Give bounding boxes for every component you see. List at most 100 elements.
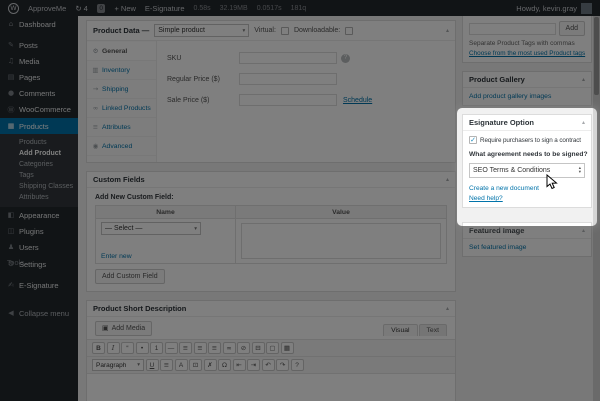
tab-general[interactable]: ⚙ General: [87, 42, 156, 61]
sidebar-item-media[interactable]: ♫ Media: [0, 53, 78, 69]
add-tag-button[interactable]: Add: [558, 21, 585, 36]
admin-bar-esignature-menu[interactable]: E-Signature: [145, 4, 185, 13]
sku-input[interactable]: [239, 52, 337, 64]
require-signature-label: Require purchasers to sign a contract: [480, 136, 581, 144]
panel-toggle-icon[interactable]: ▴: [582, 119, 585, 126]
collapse-menu-button[interactable]: ◀ Collapse menu: [0, 305, 78, 321]
page-scrollbar[interactable]: [593, 16, 600, 401]
need-help-link[interactable]: Need help?: [469, 195, 585, 202]
regular-price-input[interactable]: [239, 73, 337, 85]
tab-visual[interactable]: Visual: [383, 324, 418, 336]
tab-linked-products[interactable]: ∞ Linked Products: [87, 99, 156, 118]
blockquote-icon[interactable]: “: [121, 342, 134, 354]
paragraph-select[interactable]: Paragraph ▾: [92, 359, 144, 371]
tab-attributes[interactable]: ≡ Attributes: [87, 118, 156, 137]
paragraph-value: Paragraph: [96, 361, 127, 369]
bulleted-list-icon[interactable]: •: [135, 342, 149, 354]
create-new-document-link[interactable]: Create a new document: [469, 185, 585, 192]
sidebar-item-woocommerce[interactable]: Ⓦ WooCommerce: [0, 101, 78, 118]
tab-inventory[interactable]: ▥ Inventory: [87, 61, 156, 80]
link-icon[interactable]: ∞: [222, 342, 236, 354]
name-column-header: Name: [96, 206, 236, 219]
align-right-icon[interactable]: ≡: [208, 342, 221, 354]
submenu-item-tags[interactable]: Tags: [0, 170, 78, 181]
special-character-icon[interactable]: Ω: [218, 359, 231, 371]
outdent-icon[interactable]: ⇤: [232, 359, 246, 371]
submenu-item-products[interactable]: Products: [0, 137, 78, 148]
panel-toggle-icon[interactable]: ▴: [582, 227, 585, 234]
submenu-item-add-product[interactable]: Add Product: [0, 148, 78, 159]
sidebar-item-appearance[interactable]: ◧ Appearance: [0, 207, 78, 223]
sidebar-item-comments[interactable]: ● Comments: [0, 85, 78, 101]
tag-input[interactable]: [469, 22, 556, 35]
downloadable-checkbox[interactable]: [345, 26, 354, 35]
site-name-link[interactable]: ApproveMe: [28, 4, 66, 13]
updates-button[interactable]: ↻ 4: [75, 4, 87, 13]
redo-icon[interactable]: ↷: [276, 359, 289, 371]
agreement-select[interactable]: SEO Terms & Conditions ▴ ▾: [469, 163, 585, 178]
custom-field-name-select[interactable]: — Select — ▾: [101, 222, 201, 235]
bold-icon[interactable]: B: [92, 342, 105, 354]
add-media-button[interactable]: ▣ Add Media: [95, 321, 153, 336]
users-icon: ♟: [7, 243, 15, 251]
esignature-title: Esignature Option: [469, 118, 535, 127]
add-custom-field-button[interactable]: Add Custom Field: [95, 269, 165, 284]
editor-content-area[interactable]: [87, 374, 455, 401]
schedule-link[interactable]: Schedule: [343, 97, 372, 104]
align-left-icon[interactable]: ≡: [179, 342, 192, 354]
virtual-checkbox[interactable]: [280, 26, 289, 35]
use-in-your-theme-link[interactable]: use in your theme: [305, 291, 357, 292]
panel-toggle-icon[interactable]: ▴: [582, 76, 585, 83]
sidebar-item-products[interactable]: ▦ Products: [0, 118, 78, 134]
italic-icon[interactable]: I: [106, 342, 120, 354]
underline-icon[interactable]: U: [145, 359, 159, 371]
scrollbar-thumb[interactable]: [594, 17, 599, 95]
sidebar-item-esignature[interactable]: ✍ E-Signature: [0, 277, 78, 293]
sale-price-label: Sale Price ($): [167, 96, 210, 104]
short-description-title: Product Short Description: [93, 304, 187, 313]
sale-price-input[interactable]: [239, 94, 337, 106]
align-center-icon[interactable]: ≡: [193, 342, 207, 354]
help-tip-icon[interactable]: ?: [341, 53, 350, 63]
add-gallery-images-link[interactable]: Add product gallery images: [469, 93, 551, 100]
panel-toggle-icon[interactable]: ▴: [446, 305, 449, 312]
clear-formatting-icon[interactable]: ✗: [203, 359, 217, 371]
howdy-account-menu[interactable]: Howdy, kevin.gray: [516, 4, 577, 13]
more-tag-icon[interactable]: ⊟: [251, 342, 265, 354]
sidebar-item-pages[interactable]: ▤ Pages: [0, 69, 78, 85]
sidebar-item-dashboard[interactable]: ⌂ Dashboard: [0, 16, 78, 32]
indent-icon[interactable]: ⇥: [247, 359, 260, 371]
horizontal-rule-icon[interactable]: —: [164, 342, 178, 354]
most-used-tags-link[interactable]: Choose from the most used Product tags: [469, 50, 585, 57]
enter-new-link[interactable]: Enter new: [101, 253, 230, 260]
sidebar-item-plugins[interactable]: ◫ Plugins: [0, 223, 78, 239]
tab-advanced[interactable]: ◉ Advanced: [87, 137, 156, 156]
submenu-item-categories[interactable]: Categories: [0, 159, 78, 170]
distraction-free-icon[interactable]: ▢: [266, 342, 279, 354]
unlink-icon[interactable]: ⊘: [237, 342, 250, 354]
comments-bubble-icon[interactable]: 0: [96, 3, 106, 13]
text-color-icon[interactable]: A: [174, 359, 188, 371]
tab-text[interactable]: Text: [418, 324, 447, 336]
submenu-item-shipping-classes[interactable]: Shipping Classes: [0, 181, 78, 192]
right-column: Add Separate Product Tags with commas Ch…: [462, 16, 592, 265]
wordpress-logo-icon[interactable]: W: [8, 2, 19, 14]
tags-hint-text: Separate Product Tags with commas: [469, 40, 575, 47]
require-signature-checkbox[interactable]: ✓: [469, 136, 477, 144]
sidebar-item-posts[interactable]: ✎ Posts: [0, 37, 78, 53]
justify-icon[interactable]: ≡: [160, 359, 173, 371]
undo-icon[interactable]: ↶: [261, 359, 275, 371]
new-content-button[interactable]: + New: [114, 4, 135, 13]
toolbar-toggle-icon[interactable]: ▦: [280, 342, 294, 354]
paste-text-icon[interactable]: ⊡: [189, 359, 202, 371]
panel-toggle-icon[interactable]: ▴: [446, 176, 449, 183]
tab-shipping[interactable]: → Shipping: [87, 80, 156, 99]
sidebar-item-users[interactable]: ♟ Users: [0, 239, 78, 255]
set-featured-image-link[interactable]: Set featured image: [469, 244, 526, 251]
help-icon[interactable]: ?: [290, 359, 304, 371]
product-type-select[interactable]: Simple product ▾: [154, 24, 250, 37]
custom-field-value-textarea[interactable]: [241, 223, 441, 259]
panel-toggle-icon[interactable]: ▴: [446, 27, 449, 34]
submenu-item-attributes[interactable]: Attributes: [0, 192, 78, 203]
numbered-list-icon[interactable]: 1: [150, 342, 163, 354]
